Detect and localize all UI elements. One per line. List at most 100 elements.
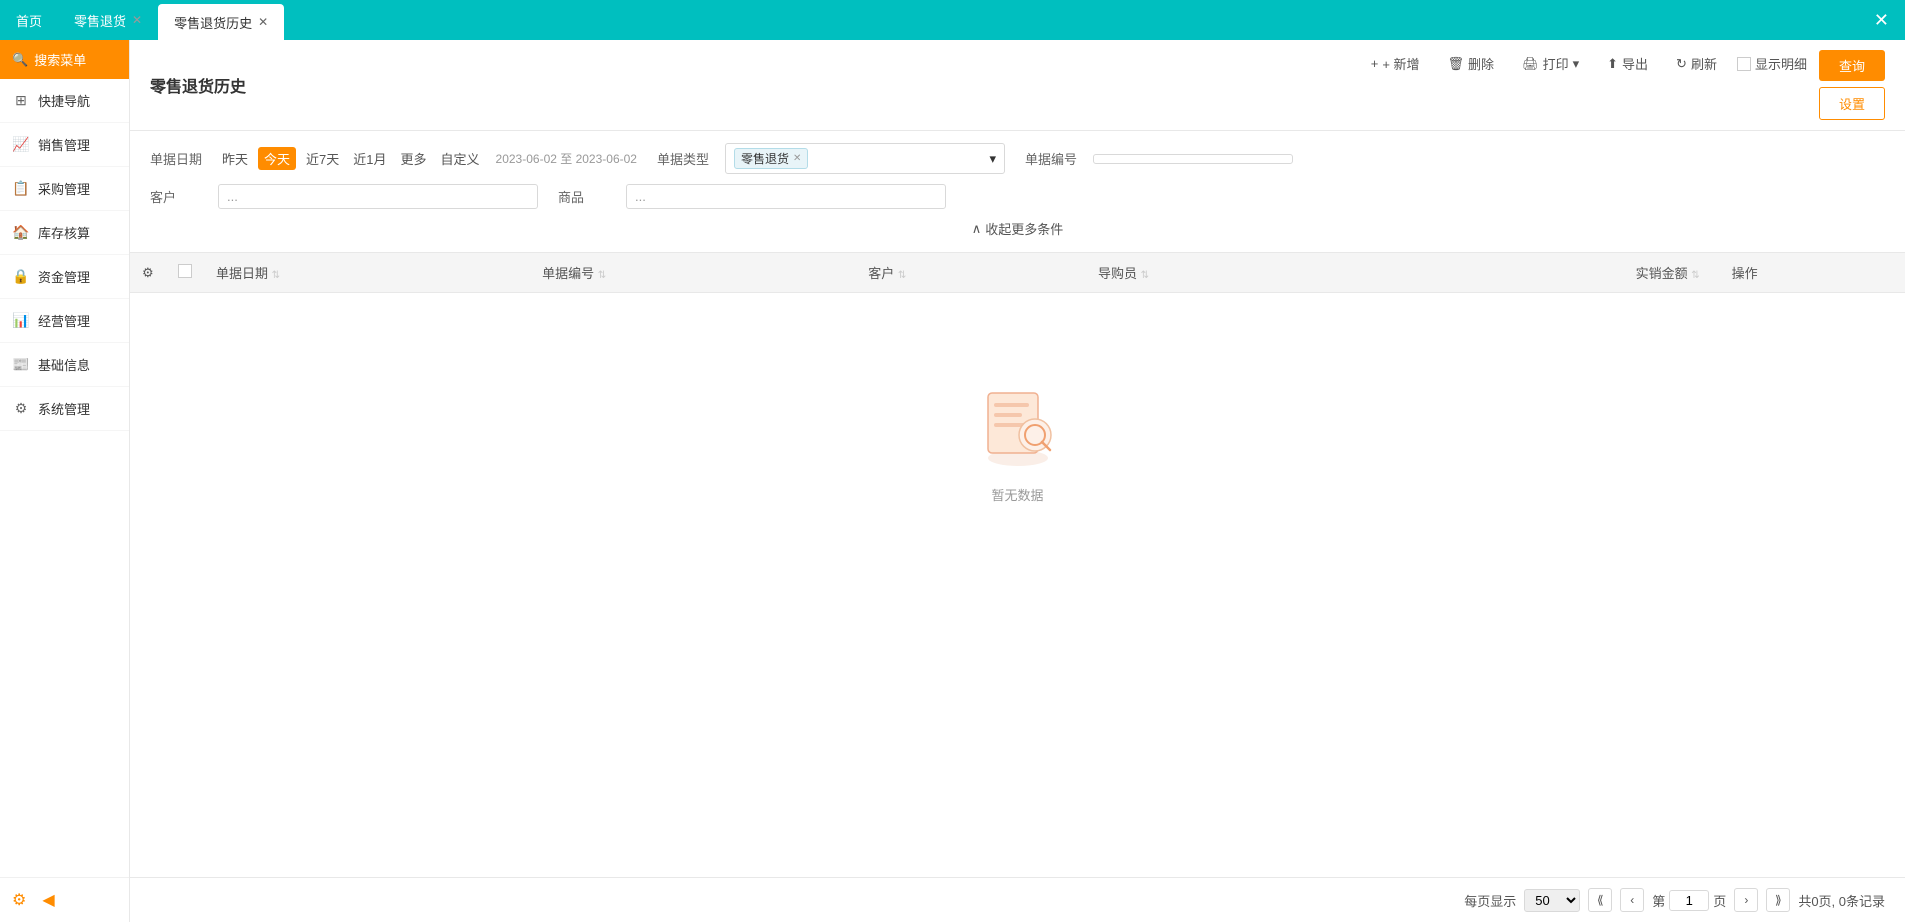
empty-icon [968, 373, 1068, 473]
sidebar: 🔍 搜索菜单 ⊞ 快捷导航 📈 销售管理 📋 采购管理 🏠 库存核算 🔒 资金管… [0, 40, 130, 922]
setting-button[interactable]: 设置 [1819, 87, 1885, 120]
date-sort-icon: ⇅ [272, 270, 280, 281]
voucher-no-input[interactable] [1093, 154, 1293, 164]
finance-icon: 🔒 [12, 268, 30, 286]
table-col-actions-label: 操作 [1732, 266, 1758, 281]
inventory-icon: 🏠 [12, 224, 30, 242]
search-icon: 🔍 [12, 52, 28, 68]
date-opt-1month[interactable]: 近1月 [349, 147, 390, 170]
sidebar-item-finance-label: 资金管理 [38, 267, 90, 286]
date-opt-more[interactable]: 更多 [397, 147, 431, 170]
type-filter-label: 单据类型 [657, 149, 717, 168]
tab-home-label: 首页 [16, 11, 42, 30]
tab-home[interactable]: 首页 [0, 0, 58, 40]
next-page-button[interactable]: › [1734, 888, 1758, 912]
display-detail-toggle[interactable]: 显示明细 [1737, 54, 1807, 73]
table-col-guide-label: 导购员 [1098, 266, 1137, 281]
guide-sort-icon: ⇅ [1141, 270, 1149, 281]
refresh-button[interactable]: ↻ 刷新 [1668, 50, 1725, 77]
amount-sort-icon: ⇅ [1691, 270, 1699, 281]
table-col-checkbox[interactable] [166, 253, 204, 293]
sidebar-collapse-icon[interactable]: ◀ [42, 890, 54, 910]
sidebar-item-quick-nav[interactable]: ⊞ 快捷导航 [0, 79, 129, 123]
sidebar-search[interactable]: 🔍 搜索菜单 [0, 40, 129, 79]
goods-filter-input[interactable]: ... [626, 184, 946, 209]
table-col-customer-label: 客户 [868, 266, 894, 281]
sidebar-item-ops-mgmt[interactable]: 📊 经营管理 [0, 299, 129, 343]
page-header: 零售退货历史 + + 新增 🗑 删除 🖨 打印 ▾ [130, 40, 1905, 131]
table-col-settings[interactable]: ⚙ [130, 253, 166, 293]
display-detail-checkbox[interactable] [1737, 57, 1751, 71]
first-page-button[interactable]: ⟪ [1588, 888, 1612, 912]
table-select-all-checkbox[interactable] [178, 264, 192, 278]
sidebar-item-ops-label: 经营管理 [38, 311, 90, 330]
plus-icon: + [1371, 56, 1379, 71]
toolbar: + + 新增 🗑 删除 🖨 打印 ▾ ⬆ 导出 [1363, 50, 1807, 77]
pagination: 每页显示 50 20 100 ⟪ ‹ 第 页 › ⟫ 共0页, 0条记录 [130, 877, 1905, 922]
table-col-customer[interactable]: 客户 ⇅ [856, 253, 1086, 293]
last-page-button[interactable]: ⟫ [1766, 888, 1790, 912]
collapse-row: ∧ 收起更多条件 [150, 217, 1885, 240]
query-button[interactable]: 查询 [1819, 50, 1885, 81]
export-button[interactable]: ⬆ 导出 [1599, 50, 1656, 77]
sidebar-search-label: 搜索菜单 [34, 50, 86, 69]
type-tag-remove[interactable]: ✕ [793, 153, 801, 164]
basic-info-icon: 📰 [12, 356, 30, 374]
sidebar-item-sales-mgmt[interactable]: 📈 销售管理 [0, 123, 129, 167]
date-opt-7days[interactable]: 近7天 [302, 147, 343, 170]
display-detail-label: 显示明细 [1755, 54, 1807, 73]
type-tag-label: 零售退货 [741, 150, 789, 167]
prev-page-button[interactable]: ‹ [1620, 888, 1644, 912]
refresh-label: 刷新 [1691, 54, 1717, 73]
tab-retail-return-label: 零售退货 [74, 11, 126, 30]
goods-placeholder: ... [635, 189, 646, 204]
sidebar-item-quick-nav-label: 快捷导航 [38, 91, 90, 110]
tab-retail-return-history-label: 零售退货历史 [174, 13, 252, 32]
table-col-amount[interactable]: 实销金额 ⇅ [1364, 253, 1720, 293]
type-tag: 零售退货 ✕ [734, 148, 808, 169]
sidebar-item-basic-info[interactable]: 📰 基础信息 [0, 343, 129, 387]
table-col-voucher-no[interactable]: 单据编号 ⇅ [530, 253, 856, 293]
tab-list: 首页 零售退货 ✕ 零售退货历史 ✕ [0, 0, 1858, 40]
table-col-amount-label: 实销金额 [1636, 266, 1688, 281]
settings-icon[interactable]: ⚙ [142, 265, 154, 280]
date-opt-custom[interactable]: 自定义 [437, 147, 484, 170]
date-opt-today[interactable]: 今天 [258, 147, 296, 170]
page-num-input[interactable] [1669, 890, 1709, 911]
page-size-select[interactable]: 50 20 100 [1524, 889, 1580, 912]
sidebar-item-finance-mgmt[interactable]: 🔒 资金管理 [0, 255, 129, 299]
sidebar-item-basic-label: 基础信息 [38, 355, 90, 374]
sidebar-item-sys-mgmt[interactable]: ⚙ 系统管理 [0, 387, 129, 431]
window-close-button[interactable]: ✕ [1858, 10, 1905, 31]
type-chevron-icon: ▾ [989, 151, 996, 167]
table-col-actions: 操作 [1720, 253, 1905, 293]
main-layout: 🔍 搜索菜单 ⊞ 快捷导航 📈 销售管理 📋 采购管理 🏠 库存核算 🔒 资金管… [0, 40, 1905, 922]
delete-button[interactable]: 🗑 删除 [1440, 50, 1503, 77]
tab-retail-return-history-close[interactable]: ✕ [258, 15, 268, 29]
tab-retail-return[interactable]: 零售退货 ✕ [58, 0, 158, 40]
new-button[interactable]: + + 新增 [1363, 50, 1428, 77]
table-col-date[interactable]: 单据日期 ⇅ [204, 253, 530, 293]
date-options: 昨天 今天 近7天 近1月 更多 自定义 [218, 147, 484, 170]
collapse-button[interactable]: ∧ 收起更多条件 [964, 217, 1072, 240]
print-button[interactable]: 🖨 打印 ▾ [1514, 50, 1587, 77]
top-bar: 首页 零售退货 ✕ 零售退货历史 ✕ ✕ [0, 0, 1905, 40]
sidebar-item-sales-label: 销售管理 [38, 135, 90, 154]
voucher-sort-icon: ⇅ [598, 270, 606, 281]
tab-retail-return-close[interactable]: ✕ [132, 13, 142, 27]
refresh-icon: ↻ [1676, 56, 1687, 72]
date-opt-yesterday[interactable]: 昨天 [218, 147, 252, 170]
tab-retail-return-history[interactable]: 零售退货历史 ✕ [158, 4, 284, 40]
customer-filter-input[interactable]: ... [218, 184, 538, 209]
delete-icon: 🗑 [1448, 56, 1465, 72]
print-label: 打印 [1543, 54, 1569, 73]
print-icon: 🖨 [1522, 56, 1539, 72]
table-col-guide[interactable]: 导购员 ⇅ [1086, 253, 1364, 293]
content-area: 零售退货历史 + + 新增 🗑 删除 🖨 打印 ▾ [130, 40, 1905, 922]
sidebar-item-inventory[interactable]: 🏠 库存核算 [0, 211, 129, 255]
filter-row-2: 客户 ... 商品 ... [150, 184, 1885, 209]
sidebar-settings-icon[interactable]: ⚙ [12, 890, 26, 910]
sidebar-item-purchase-mgmt[interactable]: 📋 采购管理 [0, 167, 129, 211]
type-filter-select[interactable]: 零售退货 ✕ ▾ [725, 143, 1005, 174]
page-info: 第 页 [1652, 890, 1726, 911]
